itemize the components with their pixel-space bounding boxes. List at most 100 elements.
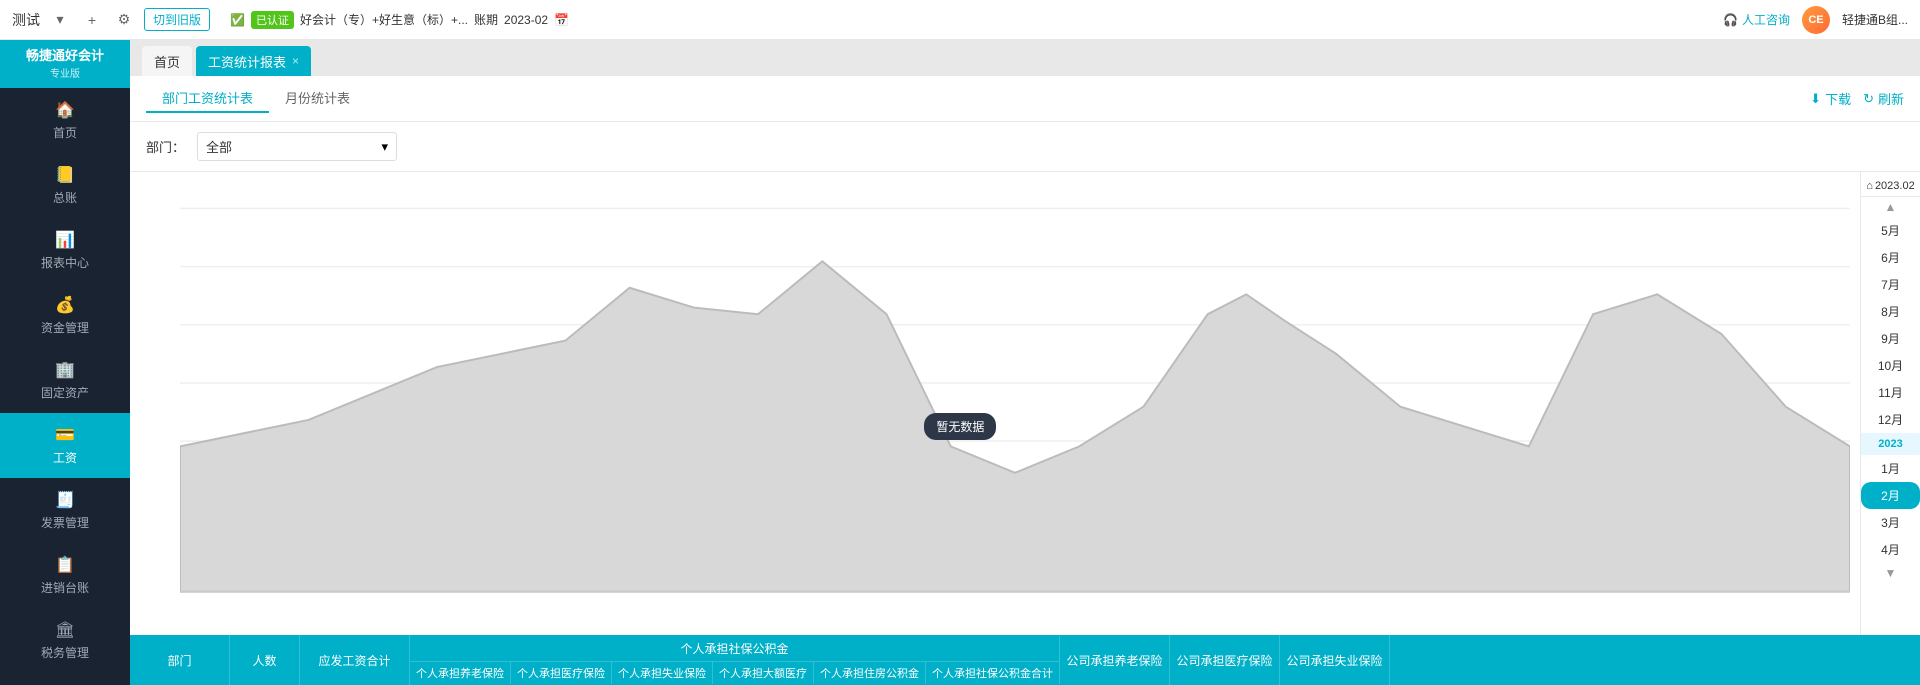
month-4[interactable]: 4月	[1861, 536, 1920, 563]
sidebar-item-sales[interactable]: 📋 进销台账	[0, 543, 130, 608]
sidebar-item-home[interactable]: 🏠 首页	[0, 88, 130, 153]
service-button[interactable]: 🎧 人工咨询	[1723, 11, 1790, 28]
funds-icon: 💰	[55, 295, 75, 315]
cert-icon: ✅	[230, 13, 245, 27]
header-left: 测试 ▾ + ⚙ 切到旧版 ✅ 已认证 好会计（专）+好生意（标）+... 账期…	[12, 8, 569, 32]
sidebar-item-salary[interactable]: 💳 工资	[0, 413, 130, 478]
home-icon: 🏠	[55, 100, 75, 120]
sidebar-item-funds[interactable]: 💰 资金管理	[0, 283, 130, 348]
sidebar-label-tax: 税务管理	[41, 644, 89, 661]
sidebar-label-assets: 固定资产	[41, 384, 89, 401]
period-label: 账期	[474, 11, 498, 28]
month-11[interactable]: 11月	[1861, 379, 1920, 406]
month-8[interactable]: 8月	[1861, 298, 1920, 325]
main-layout: 畅捷通好会计 专业版 🏠 首页 📒 总账 📊 报表中心 💰 资金管理 🏢 固定资…	[0, 40, 1920, 685]
download-icon: ⬇	[1810, 91, 1821, 107]
salary-icon: 💳	[55, 425, 75, 445]
refresh-button[interactable]: ↻ 刷新	[1863, 89, 1904, 108]
cert-info: ✅ 已认证 好会计（专）+好生意（标）+... 账期 2023-02 📅	[230, 11, 569, 29]
reports-icon: 📊	[55, 230, 75, 250]
content-area: 首页 工资统计报表 × 部门工资统计表 月份统计表 ⬇ 下载	[130, 40, 1920, 685]
month-7[interactable]: 7月	[1861, 271, 1920, 298]
download-button[interactable]: ⬇ 下载	[1810, 89, 1851, 108]
sidebar-item-tax[interactable]: 🏛 税务管理	[0, 608, 130, 673]
chart-tooltip: 暂无数据	[924, 413, 996, 440]
sidebar-logo: 畅捷通好会计 专业版	[0, 40, 130, 88]
sub-tabs: 部门工资统计表 月份统计表	[146, 84, 366, 113]
page-actions: ⬇ 下载 ↻ 刷新	[1810, 89, 1904, 108]
cert-badge: 已认证	[251, 11, 294, 29]
month-5[interactable]: 5月	[1861, 217, 1920, 244]
sidebar-label-ledger: 总账	[53, 189, 77, 206]
sub-col-housing: 个人承担住房公积金	[814, 662, 926, 684]
tab-home[interactable]: 首页	[142, 46, 192, 76]
sub-col-total-insurance: 个人承担社保公积金合计	[926, 662, 1059, 684]
tab-salary-report[interactable]: 工资统计报表 ×	[196, 46, 311, 76]
gear-icon[interactable]: ⚙	[112, 8, 136, 32]
group-subs: 个人承担养老保险 个人承担医疗保险 个人承担失业保险 个人承担大额医疗 个人承担…	[410, 662, 1059, 684]
sidebar-label-home: 首页	[53, 124, 77, 141]
switch-old-button[interactable]: 切到旧版	[144, 8, 210, 31]
user-name[interactable]: 轻捷通B组...	[1842, 11, 1908, 28]
col-company-unemployment: 公司承担失业保险	[1280, 635, 1390, 685]
panel-nav-down[interactable]: ▼	[1881, 563, 1901, 583]
dept-filter-label: 部门：	[146, 137, 185, 156]
chevron-down-icon[interactable]: ▾	[48, 8, 72, 32]
month-9[interactable]: 9月	[1861, 325, 1920, 352]
col-company-pension: 公司承担养老保险	[1060, 635, 1170, 685]
chart-main: 350 300 250 200 150 100 50 0	[130, 172, 1860, 635]
app-name: 畅捷通好会计	[26, 48, 104, 65]
chart-container: 350 300 250 200 150 100 50 0	[130, 172, 1860, 635]
col-company-medical: 公司承担医疗保险	[1170, 635, 1280, 685]
sub-col-unemployment: 个人承担失业保险	[612, 662, 713, 684]
year-2023: 2023	[1861, 433, 1920, 455]
col-group-personal: 个人承担社保公积金 个人承担养老保险 个人承担医疗保险 个人承担失业保险 个人承…	[410, 636, 1060, 684]
sidebar-label-funds: 资金管理	[41, 319, 89, 336]
avatar: CE	[1802, 6, 1830, 34]
sidebar-item-reports[interactable]: 📊 报表中心	[0, 218, 130, 283]
period-value: 2023-02	[504, 13, 548, 27]
sub-col-major-medical: 个人承担大额医疗	[713, 662, 814, 684]
month-10[interactable]: 10月	[1861, 352, 1920, 379]
sidebar-label-invoice: 发票管理	[41, 514, 89, 531]
sidebar-item-assets[interactable]: 🏢 固定资产	[0, 348, 130, 413]
sidebar-label-reports: 报表中心	[41, 254, 89, 271]
chart-svg: 350 300 250 200 150 100 50 0	[180, 182, 1850, 605]
month-1[interactable]: 1月	[1861, 455, 1920, 482]
calendar-icon[interactable]: 📅	[554, 13, 569, 27]
panel-date: ⌂ 2023.02	[1861, 176, 1920, 197]
dept-select[interactable]: 全部 ▾	[197, 132, 397, 161]
invoice-icon: 🧾	[55, 490, 75, 510]
dept-select-value: 全部	[206, 137, 232, 156]
tab-home-label: 首页	[154, 52, 180, 71]
assets-icon: 🏢	[55, 360, 75, 380]
add-icon[interactable]: +	[80, 8, 104, 32]
sub-col-pension: 个人承担养老保险	[410, 662, 511, 684]
sidebar: 畅捷通好会计 专业版 🏠 首页 📒 总账 📊 报表中心 💰 资金管理 🏢 固定资…	[0, 40, 130, 685]
header-right: 🎧 人工咨询 CE 轻捷通B组...	[1723, 6, 1908, 34]
month-3[interactable]: 3月	[1861, 509, 1920, 536]
app-sub: 专业版	[50, 65, 80, 80]
col-count: 人数	[230, 635, 300, 685]
month-2[interactable]: 2月	[1861, 482, 1920, 509]
close-icon[interactable]: ×	[292, 54, 299, 68]
features-text: 好会计（专）+好生意（标）+...	[300, 11, 468, 28]
sidebar-item-ledger[interactable]: 📒 总账	[0, 153, 130, 218]
panel-nav-up[interactable]: ▲	[1881, 197, 1901, 217]
sub-tab-monthly[interactable]: 月份统计表	[269, 84, 366, 113]
sidebar-label-sales: 进销台账	[41, 579, 89, 596]
col-dept: 部门	[130, 635, 230, 685]
headset-icon: 🎧	[1723, 13, 1738, 27]
sidebar-item-invoice[interactable]: 🧾 发票管理	[0, 478, 130, 543]
month-12[interactable]: 12月	[1861, 406, 1920, 433]
sidebar-item-checkout[interactable]: ✅ 结账	[0, 673, 130, 685]
month-6[interactable]: 6月	[1861, 244, 1920, 271]
group-header-personal: 个人承担社保公积金	[410, 636, 1059, 662]
tab-bar: 首页 工资统计报表 ×	[130, 40, 1920, 76]
refresh-icon: ↻	[1863, 91, 1874, 107]
ledger-icon: 📒	[55, 165, 75, 185]
sidebar-label-salary: 工资	[53, 449, 77, 466]
panel-date-icon: ⌂	[1866, 180, 1873, 192]
sub-tab-dept[interactable]: 部门工资统计表	[146, 84, 269, 113]
top-header: 测试 ▾ + ⚙ 切到旧版 ✅ 已认证 好会计（专）+好生意（标）+... 账期…	[0, 0, 1920, 40]
